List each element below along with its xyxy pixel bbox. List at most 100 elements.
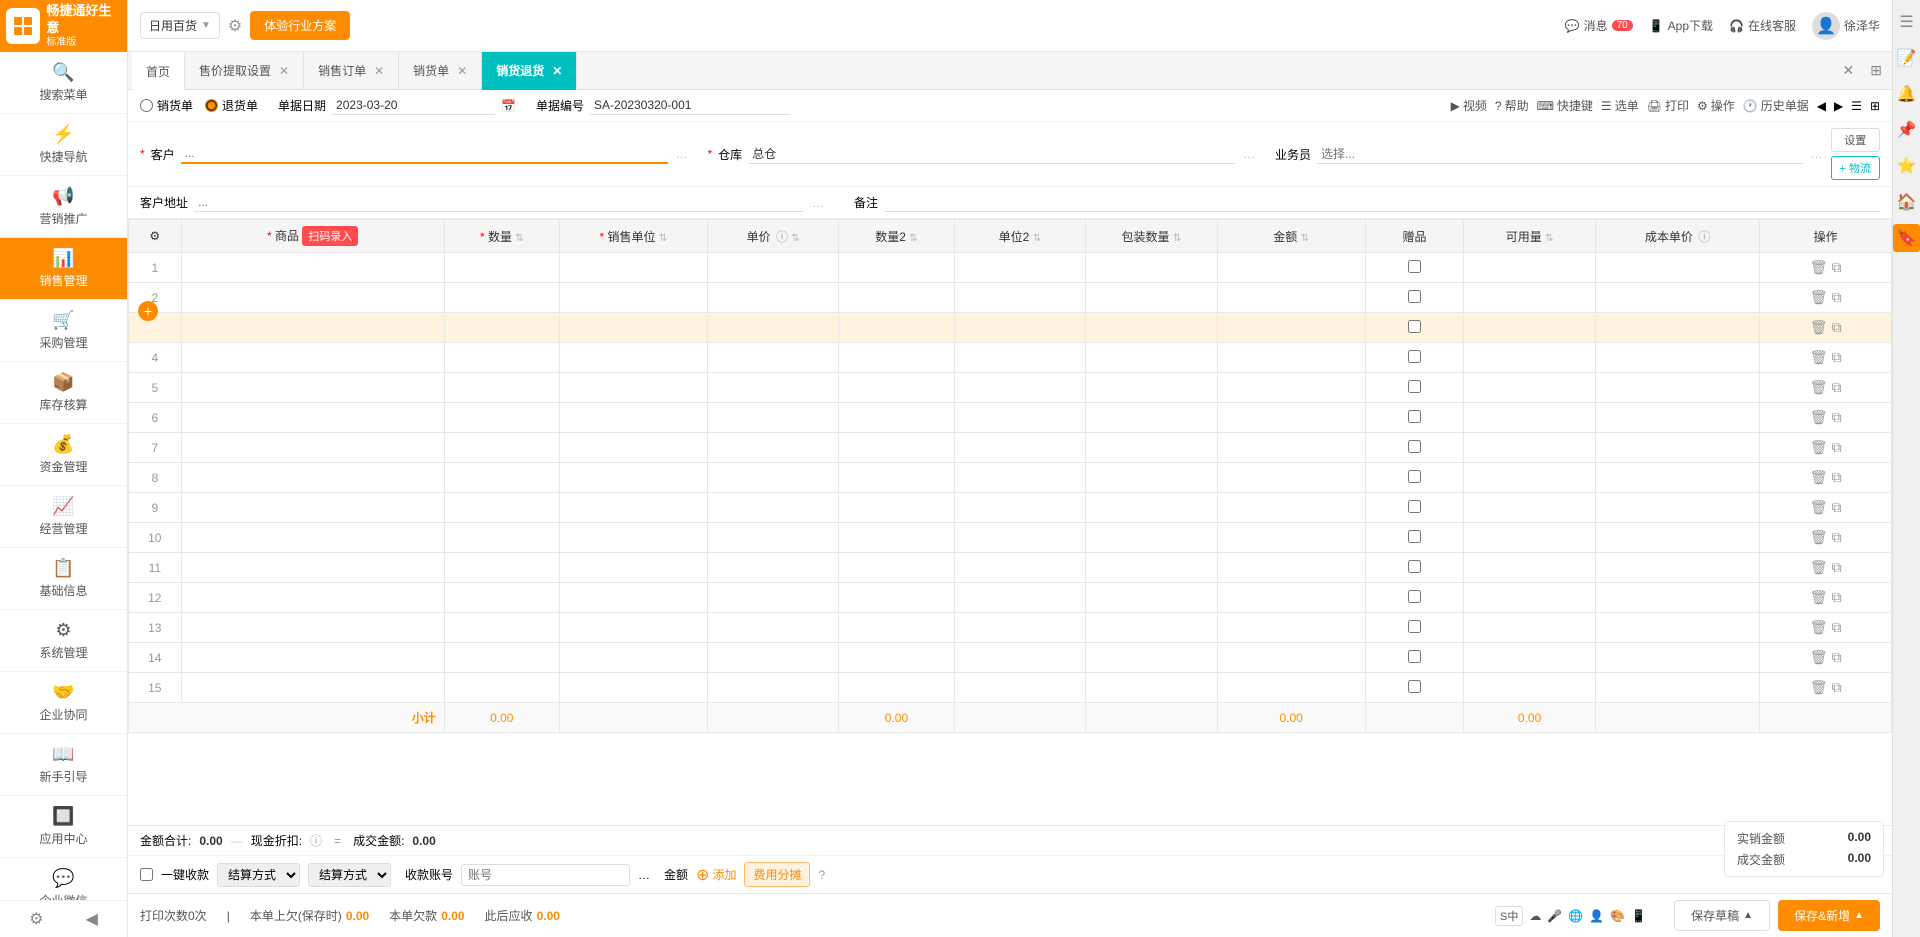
price-cell[interactable] [707,613,839,643]
delete-row-btn[interactable]: 🗑 [1810,379,1828,396]
goods-cell[interactable] [181,613,444,643]
industry-selector[interactable]: 日用百货 ▼ [140,12,220,39]
select-btn[interactable]: ☰ 选单 [1601,97,1639,114]
delete-row-btn[interactable]: 🗑 [1810,649,1828,666]
qty-cell[interactable] [444,373,559,403]
sale-unit-cell[interactable] [559,583,707,613]
sale-unit-cell[interactable] [559,673,707,703]
summary-method-select[interactable]: 结算方式 [308,863,391,887]
sale-unit-cell[interactable] [559,463,707,493]
copy-row-btn[interactable]: ⧉ [1832,469,1842,486]
sale-unit-cell[interactable] [559,523,707,553]
delete-row-btn[interactable]: 🗑 [1810,349,1828,366]
price-cell[interactable] [707,403,839,433]
radio-return[interactable]: 退货单 [205,97,258,114]
qty-cell[interactable] [444,643,559,673]
qty-cell[interactable] [444,313,559,343]
delete-row-btn[interactable]: 🗑 [1810,529,1828,546]
delete-row-btn[interactable]: 🗑 [1810,499,1828,516]
cost-help-icon[interactable]: ⓘ [1698,230,1710,244]
gift-checkbox[interactable] [1408,320,1421,333]
th-pkgqty[interactable]: 包装数量 ⇅ [1086,220,1218,253]
unit2-cell[interactable] [954,523,1086,553]
account-input[interactable] [461,864,630,886]
gift-checkbox[interactable] [1408,590,1421,603]
pkgqty-cell[interactable] [1086,373,1218,403]
sale-unit-cell[interactable] [559,403,707,433]
qty2-cell[interactable] [839,583,954,613]
amount-cell[interactable] [1217,403,1365,433]
price-cell[interactable] [707,673,839,703]
tab-sale-price[interactable]: 售价提取设置 ✕ [185,52,304,90]
amount-cell[interactable] [1217,613,1365,643]
gift-checkbox[interactable] [1408,650,1421,663]
unit2-cell[interactable] [954,463,1086,493]
qty-cell[interactable] [444,283,559,313]
goods-cell[interactable] [181,523,444,553]
copy-row-btn[interactable]: ⧉ [1832,679,1842,696]
price-cell[interactable] [707,343,839,373]
copy-row-btn[interactable]: ⧉ [1832,619,1842,636]
unit2-cell[interactable] [954,553,1086,583]
gift-cell[interactable] [1365,493,1464,523]
gift-cell[interactable] [1365,673,1464,703]
avail-cell[interactable] [1464,403,1596,433]
one-key-checkbox[interactable] [140,868,153,881]
tab-close-sale-order[interactable]: ✕ [374,64,384,78]
delete-row-btn[interactable]: 🗑 [1810,289,1828,306]
goods-cell[interactable] [181,673,444,703]
goods-cell[interactable] [181,253,444,283]
user-icon[interactable]: 👤 [1589,909,1604,923]
qty-cell[interactable] [444,583,559,613]
address-input[interactable] [194,193,804,212]
rs-bookmark-icon[interactable]: 🔖 [1893,224,1920,252]
pkgqty-cell[interactable] [1086,523,1218,553]
th-price[interactable]: 单价 ⓘ ⇅ [707,220,839,253]
goods-cell[interactable] [181,493,444,523]
gift-cell[interactable] [1365,583,1464,613]
price-cell[interactable] [707,523,839,553]
globe-icon[interactable]: 🌐 [1568,909,1583,923]
price-cell[interactable] [707,583,839,613]
qty-cell[interactable] [444,523,559,553]
add-row-btn[interactable]: + [138,301,158,321]
qty-cell[interactable] [444,673,559,703]
tab-home[interactable]: 首页 [132,52,185,90]
qty2-cell[interactable] [839,283,954,313]
avail-cell[interactable] [1464,283,1596,313]
pkgqty-cell[interactable] [1086,253,1218,283]
print-btn[interactable]: 🖨 打印 [1647,97,1689,114]
gift-checkbox[interactable] [1408,290,1421,303]
cost-cell[interactable] [1595,613,1759,643]
avail-cell[interactable] [1464,523,1596,553]
settlement-select[interactable]: 结算方式 [217,863,300,887]
amount-cell[interactable] [1217,493,1365,523]
qty-cell[interactable] [444,403,559,433]
gift-cell[interactable] [1365,283,1464,313]
price-cell[interactable] [707,373,839,403]
gift-cell[interactable] [1365,643,1464,673]
pkgqty-cell[interactable] [1086,643,1218,673]
tab-close-sale-out[interactable]: ✕ [457,64,467,78]
pkgqty-cell[interactable] [1086,673,1218,703]
cost-cell[interactable] [1595,343,1759,373]
unit2-cell[interactable] [954,403,1086,433]
gift-cell[interactable] [1365,463,1464,493]
cost-cell[interactable] [1595,253,1759,283]
close-tab-btn[interactable]: ✕ [1837,60,1861,81]
copy-row-btn[interactable]: ⧉ [1832,319,1842,336]
gift-cell[interactable] [1365,613,1464,643]
qty-cell[interactable] [444,553,559,583]
goods-input[interactable] [186,321,440,335]
sale-unit-cell[interactable] [559,283,707,313]
pkgqty-cell[interactable] [1086,343,1218,373]
radio-sale[interactable]: 销货单 [140,97,193,114]
operation-btn[interactable]: ⚙ 操作 [1697,97,1735,114]
th-unit2[interactable]: 单位2 ⇅ [954,220,1086,253]
save-draft-btn[interactable]: 保存草稿 ▲ [1674,900,1770,931]
qty-cell[interactable] [444,493,559,523]
copy-row-btn[interactable]: ⧉ [1832,259,1842,276]
experience-btn[interactable]: 体验行业方案 [250,11,350,40]
tab-sale-return[interactable]: 销货退货 ✕ [482,52,577,90]
delete-row-btn[interactable]: 🗑 [1810,559,1828,576]
